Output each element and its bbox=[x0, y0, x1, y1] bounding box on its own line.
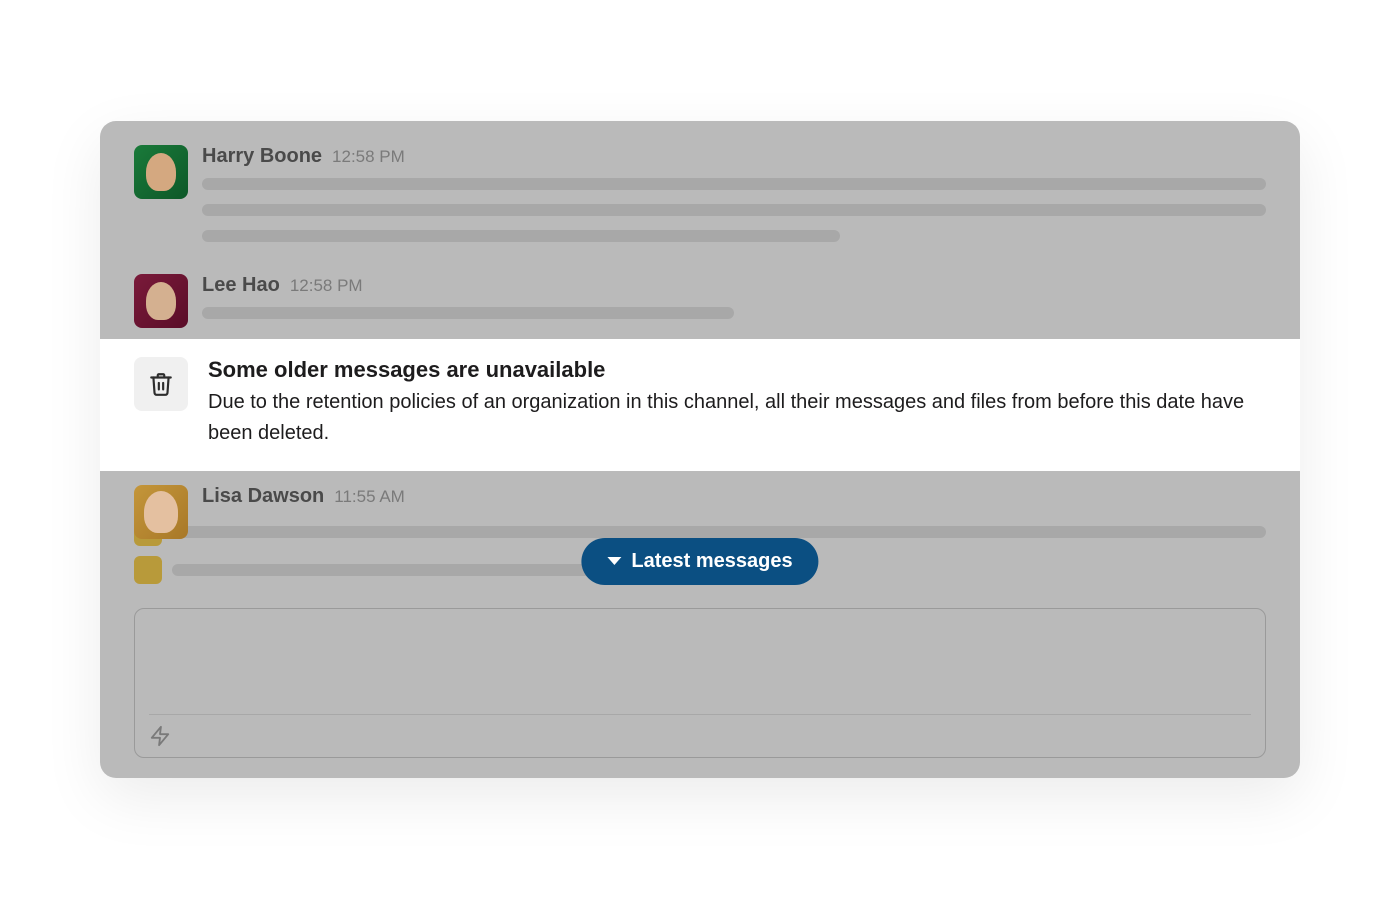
retention-notice-banner: Some older messages are unavailable Due … bbox=[100, 339, 1300, 471]
avatar[interactable] bbox=[134, 145, 188, 199]
dimmed-older-messages: Harry Boone 12:58 PM Lee Hao 12:58 PM bbox=[100, 121, 1300, 339]
message-item: Lee Hao 12:58 PM bbox=[100, 262, 1300, 339]
avatar[interactable] bbox=[134, 485, 188, 539]
message-text-placeholder bbox=[202, 307, 734, 319]
message-timestamp: 11:55 AM bbox=[334, 487, 405, 507]
reaction-chip[interactable] bbox=[134, 556, 162, 584]
latest-messages-button[interactable]: Latest messages bbox=[581, 538, 818, 585]
latest-messages-label: Latest messages bbox=[631, 550, 792, 573]
message-text-placeholder bbox=[172, 526, 1266, 538]
trash-icon bbox=[148, 371, 174, 397]
chevron-down-icon bbox=[607, 557, 621, 565]
slack-channel-view: Harry Boone 12:58 PM Lee Hao 12:58 PM bbox=[100, 121, 1300, 778]
message-item: Harry Boone 12:58 PM bbox=[100, 121, 1300, 262]
composer-toolbar bbox=[149, 714, 1251, 747]
lightning-icon[interactable] bbox=[149, 725, 171, 747]
dimmed-newer-messages: Lisa Dawson 11:55 AM bbox=[100, 471, 1300, 758]
notice-body: Due to the retention policies of an orga… bbox=[208, 387, 1266, 449]
message-composer[interactable] bbox=[134, 608, 1266, 758]
message-author[interactable]: Lisa Dawson bbox=[202, 485, 324, 508]
trash-icon-box bbox=[134, 357, 188, 411]
message-author[interactable]: Harry Boone bbox=[202, 145, 322, 168]
message-timestamp: 12:58 PM bbox=[332, 147, 405, 167]
message-text-placeholder bbox=[172, 564, 625, 576]
avatar[interactable] bbox=[134, 274, 188, 328]
notice-title: Some older messages are unavailable bbox=[208, 357, 1266, 383]
message-text-placeholder bbox=[202, 230, 840, 242]
message-author[interactable]: Lee Hao bbox=[202, 274, 280, 297]
message-text-placeholder bbox=[202, 178, 1266, 190]
message-text-placeholder bbox=[202, 204, 1266, 216]
message-timestamp: 12:58 PM bbox=[290, 276, 363, 296]
